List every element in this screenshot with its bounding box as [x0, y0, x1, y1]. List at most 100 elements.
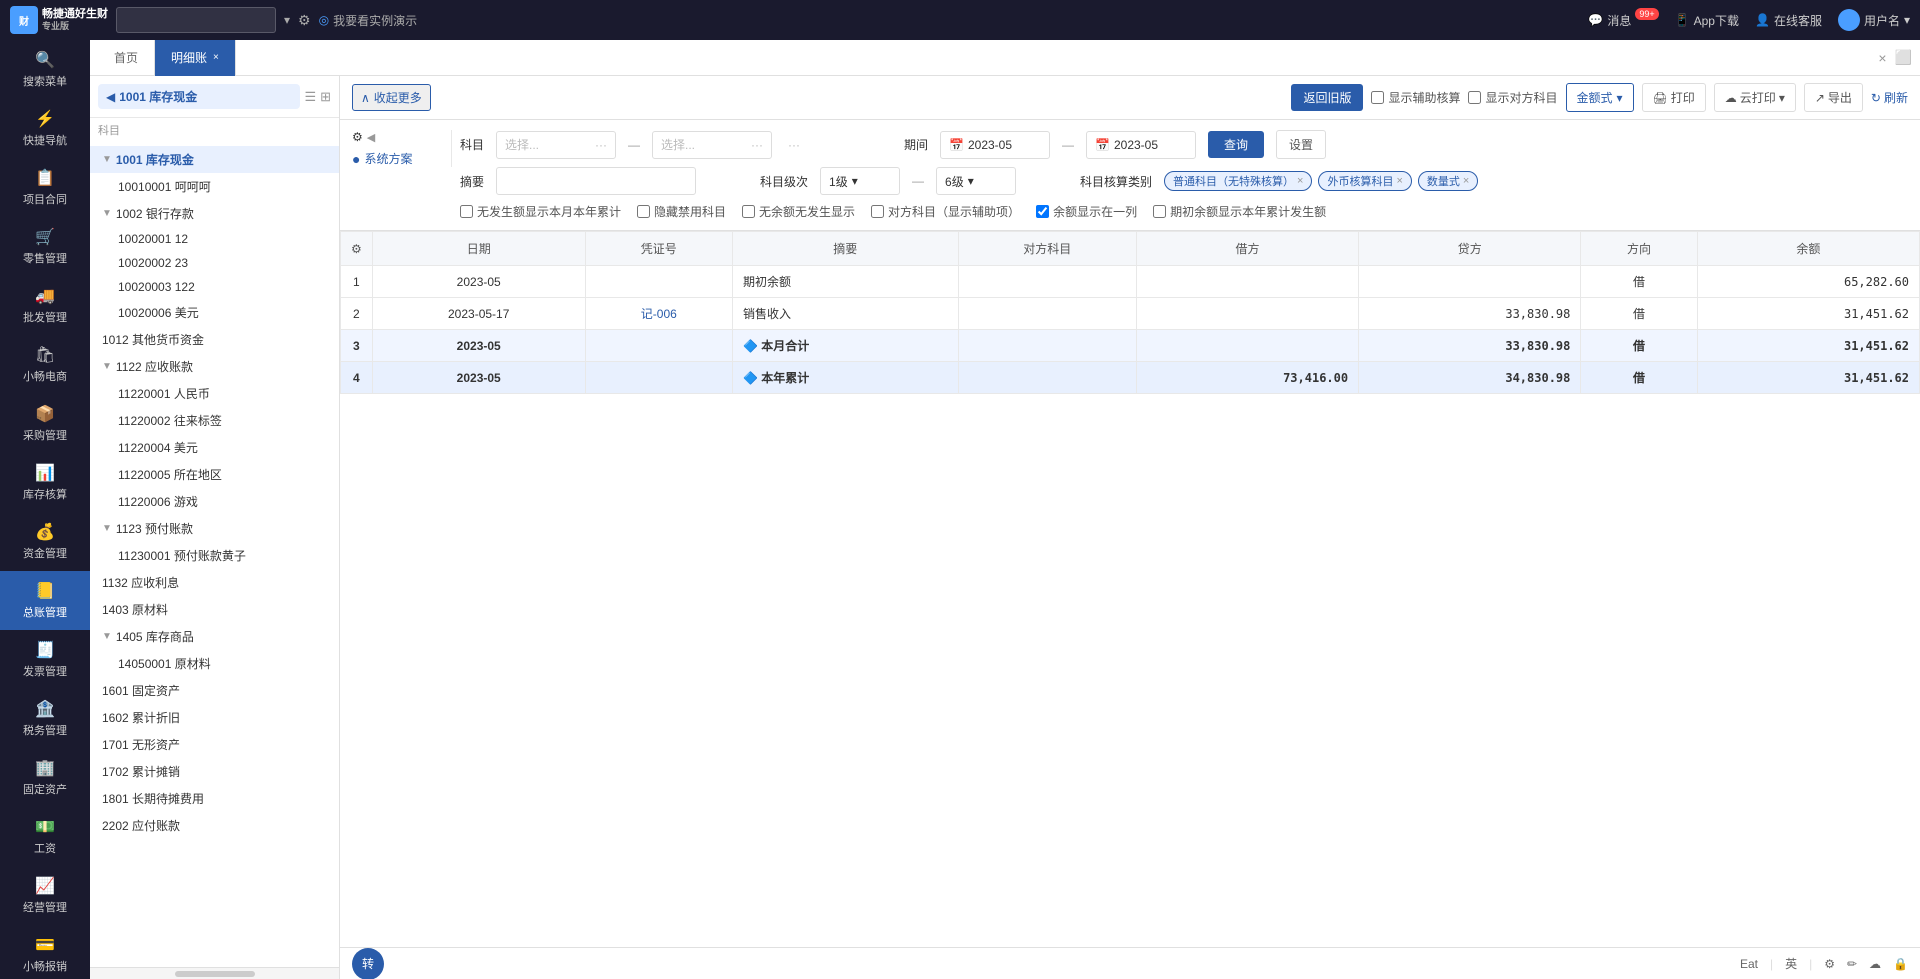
hide-unused-checkbox[interactable] — [637, 205, 650, 218]
sidebar-item-ledger[interactable]: 📒 总账管理 — [0, 571, 90, 630]
show-opposite-checkbox-input[interactable] — [1468, 91, 1481, 104]
account-level-to-select[interactable]: 6级 ▾ — [936, 167, 1016, 195]
search-chevron-icon[interactable]: ▾ — [284, 13, 290, 27]
sidebar-item-biz[interactable]: 📈 经营管理 — [0, 866, 90, 925]
tree-item-1702[interactable]: 1702 累计摊销 — [90, 758, 339, 785]
english-btn[interactable]: 英 — [1785, 955, 1797, 972]
checkbox-opposite-show[interactable]: 对方科目（显示辅助项） — [871, 203, 1020, 220]
sidebar-item-invoice[interactable]: 🧾 发票管理 — [0, 630, 90, 689]
tree-item-11220004[interactable]: 11220004 美元 — [90, 434, 339, 461]
tree-item-1132[interactable]: 1132 应收利息 — [90, 569, 339, 596]
td-voucher[interactable]: 记-006 — [585, 298, 732, 330]
sidebar-item-retail[interactable]: 🛒 零售管理 — [0, 217, 90, 276]
show-aux-checkbox-input[interactable] — [1371, 91, 1384, 104]
account-list-view-icon[interactable]: ⊞ — [320, 89, 331, 105]
topbar-gear-icon[interactable]: ⚙ — [298, 12, 311, 29]
sidebar-item-expense[interactable]: 💳 小畅报销 — [0, 925, 90, 979]
edit-icon[interactable]: ✏ — [1847, 957, 1857, 971]
tree-item-11220002[interactable]: 11220002 往来标签 — [90, 407, 339, 434]
show-aux-accounting-checkbox[interactable]: 显示辅助核算 — [1371, 89, 1460, 106]
no-balance-checkbox[interactable] — [460, 205, 473, 218]
tree-item-14050001[interactable]: 14050001 原材料 — [90, 650, 339, 677]
account-level-from-select[interactable]: 1级 ▾ — [820, 167, 900, 195]
lock-icon[interactable]: 🔒 — [1893, 957, 1908, 971]
voucher-link[interactable]: 记-006 — [641, 307, 677, 321]
tree-item-10020003[interactable]: 10020003 122 — [90, 275, 339, 299]
tab-restore-icon[interactable]: ⬜ — [1895, 49, 1912, 66]
checkbox-no-balance-show[interactable]: 无余额无发生显示 — [742, 203, 855, 220]
checkbox-hide-unused[interactable]: 隐藏禁用科目 — [637, 203, 726, 220]
account-tree-view-icon[interactable]: ☰ — [304, 89, 316, 105]
account-selector[interactable]: ◀ 1001 库存现金 — [98, 84, 300, 109]
tree-item-10020002[interactable]: 10020002 23 — [90, 251, 339, 275]
tree-item-11230001[interactable]: 11230001 预付账款黄子 — [90, 542, 339, 569]
refresh-btn[interactable]: ↻ 刷新 — [1871, 89, 1908, 106]
balance-one-col-checkbox[interactable] — [1036, 205, 1049, 218]
initial-balance-checkbox[interactable] — [1153, 205, 1166, 218]
app-download-btn[interactable]: 📱 App下载 — [1675, 12, 1739, 29]
tree-item-1403[interactable]: 1403 原材料 — [90, 596, 339, 623]
tab-close-btn[interactable]: × — [213, 52, 219, 63]
eat-btn[interactable]: Eat — [1740, 957, 1758, 971]
tree-item-1602[interactable]: 1602 累计折旧 — [90, 704, 339, 731]
tag-remove-icon-1[interactable]: × — [1396, 175, 1402, 187]
opposite-show-checkbox[interactable] — [871, 205, 884, 218]
system-scheme-btn[interactable]: ● 系统方案 — [352, 150, 443, 167]
tree-item-10020006[interactable]: 10020006 美元 — [90, 299, 339, 326]
tab-detail-ledger[interactable]: 明细账 × — [155, 40, 236, 76]
tree-item-11220001[interactable]: 11220001 人民币 — [90, 380, 339, 407]
query-btn[interactable]: 查询 — [1208, 131, 1264, 158]
account-tree[interactable]: ▼ 1001 库存现金 10010001 呵呵呵 ▼ 1002 银行存款 100… — [90, 142, 339, 967]
online-service-btn[interactable]: 👤 在线客服 — [1755, 12, 1822, 29]
topbar-search-input[interactable] — [116, 7, 276, 33]
sidebar-item-payroll[interactable]: 💵 工资 — [0, 807, 90, 866]
sidebar-item-inventory[interactable]: 📊 库存核算 — [0, 453, 90, 512]
tree-item-1405[interactable]: ▼ 1405 库存商品 — [90, 623, 339, 650]
calc-tag-2[interactable]: 数量式 × — [1418, 171, 1478, 191]
sidebar-item-eshop[interactable]: 🛍 小畅电商 — [0, 335, 90, 394]
expand-more-btn[interactable]: ∧ 收起更多 — [352, 84, 431, 111]
quick-action-circle[interactable]: 转 — [352, 948, 384, 979]
tree-item-1002[interactable]: ▼ 1002 银行存款 — [90, 200, 339, 227]
user-menu[interactable]: 用户名 ▾ — [1838, 9, 1910, 31]
tree-item-1001[interactable]: ▼ 1001 库存现金 — [90, 146, 339, 173]
checkbox-balance-one-col[interactable]: 余额显示在一列 — [1036, 203, 1137, 220]
horizontal-scrollbar[interactable] — [175, 971, 255, 977]
show-opposite-account-checkbox[interactable]: 显示对方科目 — [1468, 89, 1557, 106]
period-to-input[interactable]: 📅 2023-05 — [1086, 131, 1196, 159]
print-btn[interactable]: 🖨 打印 — [1642, 83, 1706, 112]
th-settings[interactable]: ⚙ — [341, 232, 373, 266]
export-btn[interactable]: ↗ 导出 — [1804, 83, 1863, 112]
sidebar-item-purchase[interactable]: 📦 采购管理 — [0, 394, 90, 453]
tag-remove-icon-0[interactable]: × — [1297, 175, 1303, 187]
calc-tag-0[interactable]: 普通科目（无特殊核算） × — [1164, 171, 1312, 191]
sidebar-item-wholesale[interactable]: 🚚 批发管理 — [0, 276, 90, 335]
tree-item-11220006[interactable]: 11220006 游戏 — [90, 488, 339, 515]
sidebar-item-search-menu[interactable]: 🔍 搜索菜单 — [0, 40, 90, 99]
tree-item-10020001[interactable]: 10020001 12 — [90, 227, 339, 251]
summary-input[interactable] — [496, 167, 696, 195]
filter-settings-icon-btn[interactable]: ⚙ ◀ — [352, 130, 443, 144]
filter-settings-btn[interactable]: 设置 — [1276, 130, 1326, 159]
tree-item-1123[interactable]: ▼ 1123 预付账款 — [90, 515, 339, 542]
tree-item-1122[interactable]: ▼ 1122 应收账款 — [90, 353, 339, 380]
tab-home[interactable]: 首页 — [98, 40, 155, 76]
demo-link[interactable]: ◎ 我要看实例演示 — [319, 12, 418, 29]
calc-tag-1[interactable]: 外币核算科目 × — [1318, 171, 1411, 191]
tree-item-1601[interactable]: 1601 固定资产 — [90, 677, 339, 704]
period-from-input[interactable]: 📅 2023-05 — [940, 131, 1050, 159]
sidebar-item-project-contract[interactable]: 📋 项目合同 — [0, 158, 90, 217]
settings-tool-icon[interactable]: ⚙ — [1824, 957, 1835, 971]
cloud-print-btn[interactable]: ☁ 云打印 ▾ — [1714, 83, 1796, 112]
account-to-input[interactable]: 选择... ··· — [652, 131, 772, 159]
tag-remove-icon-2[interactable]: × — [1463, 175, 1469, 187]
no-balance-show-checkbox[interactable] — [742, 205, 755, 218]
sidebar-item-quick-nav[interactable]: ⚡ 快捷导航 — [0, 99, 90, 158]
tree-item-11220005[interactable]: 11220005 所在地区 — [90, 461, 339, 488]
tree-item-1701[interactable]: 1701 无形资产 — [90, 731, 339, 758]
sidebar-item-capital[interactable]: 💰 资金管理 — [0, 512, 90, 571]
tree-item-2202[interactable]: 2202 应付账款 — [90, 812, 339, 839]
tree-item-1801[interactable]: 1801 长期待摊费用 — [90, 785, 339, 812]
sidebar-item-tax[interactable]: 🏦 税务管理 — [0, 689, 90, 748]
cloud-icon[interactable]: ☁ — [1869, 957, 1881, 971]
